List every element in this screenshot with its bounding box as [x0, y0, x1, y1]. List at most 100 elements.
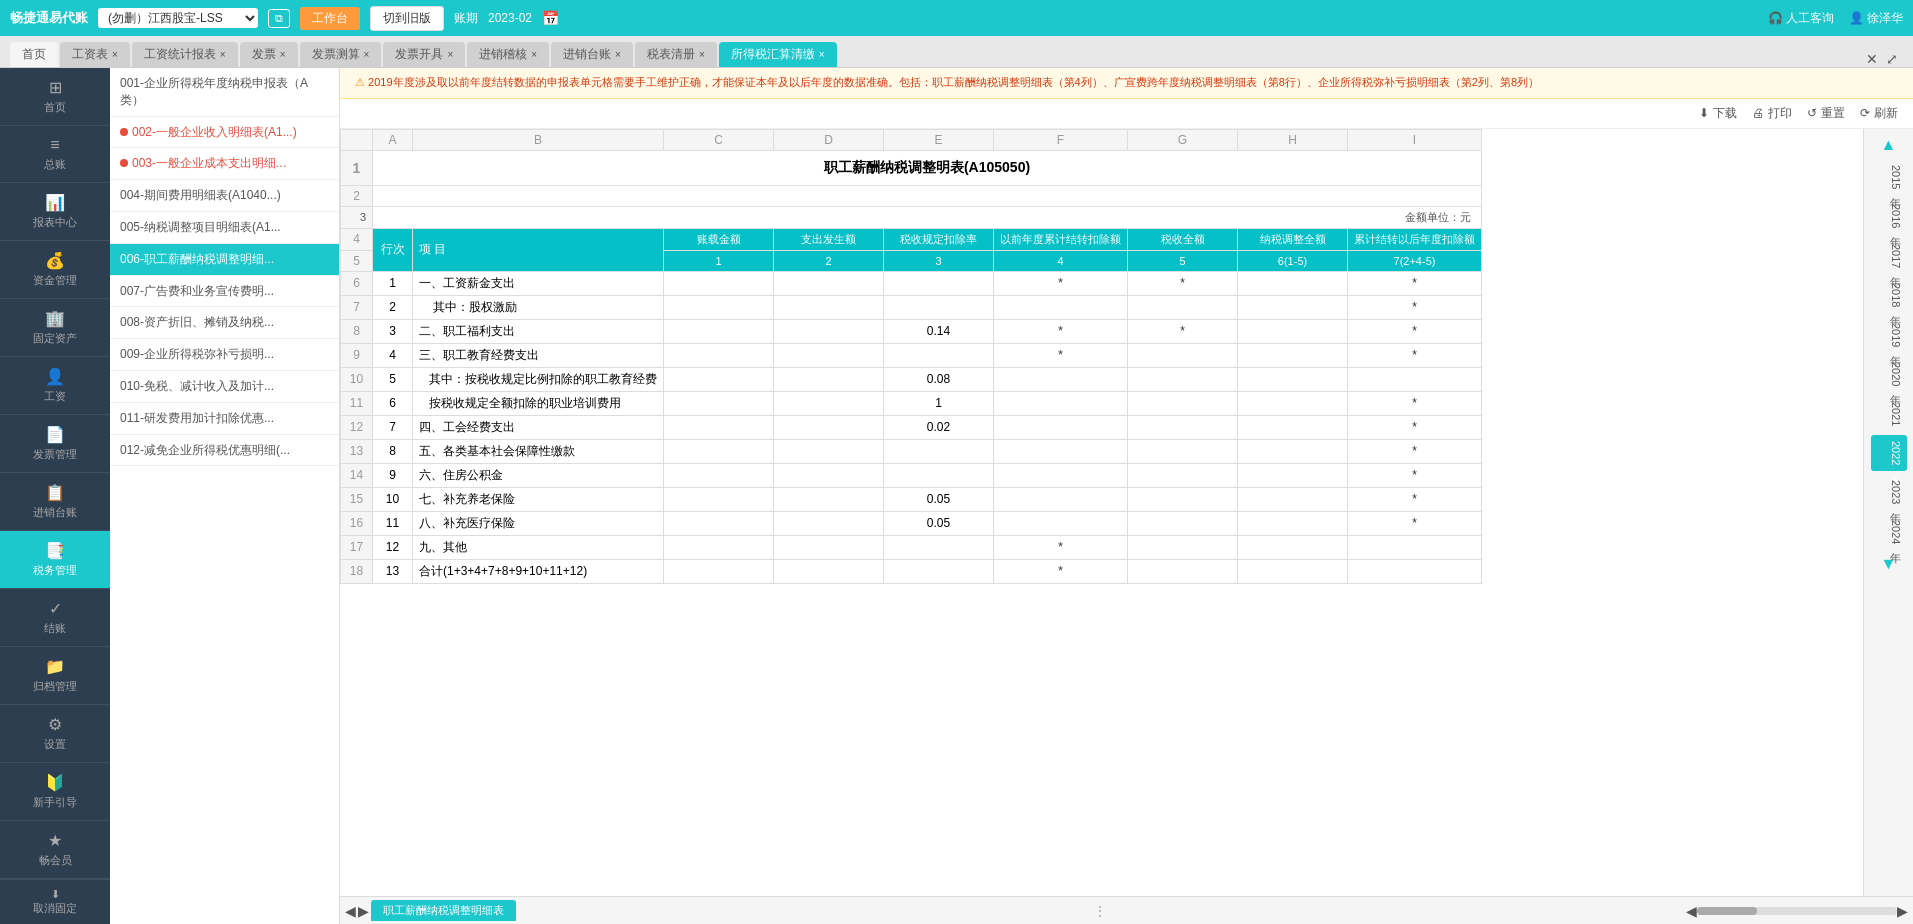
tab-close-sales-check[interactable]: ×	[531, 49, 537, 60]
sheet-scroll-bar[interactable]: ◀ ▶	[1686, 903, 1908, 919]
scroll-right-icon[interactable]: ▶	[1897, 903, 1908, 919]
tax-list-item-004[interactable]: 004-期间费用明细表(A1040...)	[110, 180, 339, 212]
tab-close-payroll[interactable]: ×	[112, 49, 118, 60]
tab-close-tax-list[interactable]: ×	[699, 49, 705, 60]
customer-service-btn[interactable]: 🎧 人工客询	[1768, 10, 1834, 27]
archive-icon: 📁	[45, 657, 65, 676]
subheader-c: 1	[664, 250, 774, 271]
year-2016[interactable]: 2016年	[1871, 198, 1907, 234]
top-bar: 畅捷通易代账 (勿删）江西股宝-LSS ⧉ 工作台 切到旧版 账期 2023-0…	[0, 0, 1913, 36]
year-2019[interactable]: 2019年	[1871, 317, 1907, 353]
tab-invoice-calc[interactable]: 发票测算 ×	[300, 42, 382, 67]
sidebar-item-funds[interactable]: 💰 资金管理	[0, 241, 110, 299]
col-b-header: B	[413, 129, 664, 150]
copy-icon[interactable]: ⧉	[268, 9, 290, 28]
tab-payroll[interactable]: 工资表 ×	[60, 42, 130, 67]
tab-close-payroll-stat[interactable]: ×	[220, 49, 226, 60]
year-scroll-up[interactable]: ▲	[1864, 134, 1913, 156]
tab-close-income-tax[interactable]: ×	[819, 49, 825, 60]
scroll-left-icon[interactable]: ◀	[1686, 903, 1697, 919]
tax-list-item-009[interactable]: 009-企业所得税弥补亏损明...	[110, 339, 339, 371]
col-a-header: A	[373, 129, 413, 150]
reports-icon: 📊	[45, 193, 65, 212]
workspace-button[interactable]: 工作台	[300, 7, 360, 30]
year-2022[interactable]: 2022年	[1871, 435, 1907, 471]
sidebar-item-member[interactable]: ★ 畅会员	[0, 821, 110, 879]
refresh-button[interactable]: ⟳ 刷新	[1860, 105, 1898, 122]
tab-income-tax[interactable]: 所得税汇算清缴 ×	[719, 42, 837, 67]
tax-list-item-002[interactable]: 002-一般企业收入明细表(A1...)	[110, 117, 339, 149]
sidebar-item-assets[interactable]: 🏢 固定资产	[0, 299, 110, 357]
tab-close-sales-ledger[interactable]: ×	[615, 49, 621, 60]
sidebar-item-home[interactable]: ⊞ 首页	[0, 68, 110, 126]
year-2017[interactable]: 2017年	[1871, 238, 1907, 274]
year-2024[interactable]: 2024年	[1871, 514, 1907, 550]
sidebar-item-invoice[interactable]: 📄 发票管理	[0, 415, 110, 473]
sidebar-item-tax[interactable]: 📑 税务管理	[0, 531, 110, 589]
sheet-nav-left[interactable]: ◀	[345, 903, 356, 919]
tab-sales-ledger[interactable]: 进销台账 ×	[551, 42, 633, 67]
download-button[interactable]: ⬇ 下载	[1699, 105, 1737, 122]
table-row: 10 5 其中：按税收规定比例扣除的职工教育经费 0.08	[341, 367, 1482, 391]
switch-version-button[interactable]: 切到旧版	[370, 6, 444, 31]
calendar-icon[interactable]: 📅	[542, 10, 559, 26]
sheet-title: 职工薪酬纳税调整明表(A105050)	[373, 150, 1482, 185]
print-button[interactable]: 🖨 打印	[1752, 105, 1792, 122]
horizontal-scrollbar[interactable]	[1697, 907, 1897, 915]
spreadsheet-area[interactable]: A B C D E F G H I	[340, 129, 1863, 896]
tab-invoice[interactable]: 发票 ×	[240, 42, 298, 67]
tab-close-invoice-calc[interactable]: ×	[364, 49, 370, 60]
sheet-tab-options[interactable]: ⋮	[1094, 904, 1108, 918]
tax-list-item-006[interactable]: 006-职工薪酬纳税调整明细...	[110, 244, 339, 276]
sidebar: ⊞ 首页 ≡ 总账 📊 报表中心 💰 资金管理 🏢 固定资产 👤 工资 📄 发票…	[0, 68, 110, 924]
year-2020[interactable]: 2020年	[1871, 356, 1907, 392]
tab-tax-list[interactable]: 税表清册 ×	[635, 42, 717, 67]
window-close-icon[interactable]: ✕	[1866, 51, 1878, 67]
window-expand-icon[interactable]: ⤢	[1886, 51, 1898, 67]
ledger-icon: ≡	[50, 136, 59, 154]
tax-list-item-008[interactable]: 008-资产折旧、摊销及纳税...	[110, 307, 339, 339]
guide-icon: 🔰	[45, 773, 65, 792]
sidebar-item-payroll[interactable]: 👤 工资	[0, 357, 110, 415]
year-2021[interactable]: 2021年	[1871, 396, 1907, 432]
tax-list-item-001[interactable]: 001-企业所得税年度纳税申报表（A类）	[110, 68, 339, 117]
sheet-nav-right[interactable]: ▶	[358, 903, 369, 919]
sidebar-item-purchases[interactable]: 📋 进销台账	[0, 473, 110, 531]
table-row: 17 12 九、其他 *	[341, 535, 1482, 559]
tab-invoice-issue[interactable]: 发票开具 ×	[383, 42, 465, 67]
year-2015[interactable]: 2015年	[1871, 159, 1907, 195]
funds-icon: 💰	[45, 251, 65, 270]
tab-close-invoice-issue[interactable]: ×	[447, 49, 453, 60]
subheader-i: 7(2+4-5)	[1348, 250, 1482, 271]
tab-close-invoice[interactable]: ×	[280, 49, 286, 60]
sheet-tab-active[interactable]: 职工薪酬纳税调整明细表	[371, 900, 516, 921]
col-num-header	[341, 129, 373, 150]
tax-list-item-012[interactable]: 012-减免企业所得税优惠明细(...	[110, 435, 339, 467]
year-scroll-down[interactable]: ▼	[1864, 553, 1913, 575]
sidebar-item-settings[interactable]: ⚙ 设置	[0, 705, 110, 763]
tax-list-item-007[interactable]: 007-广告费和业务宣传费明...	[110, 276, 339, 308]
tax-list-item-011[interactable]: 011-研发费用加计扣除优惠...	[110, 403, 339, 435]
scrollbar-thumb[interactable]	[1697, 907, 1757, 915]
company-select[interactable]: (勿删）江西股宝-LSS	[98, 8, 258, 28]
tab-home[interactable]: 首页	[10, 42, 58, 67]
year-2018[interactable]: 2018年	[1871, 277, 1907, 313]
col-c-header: C	[664, 129, 774, 150]
tab-payroll-stat[interactable]: 工资统计报表 ×	[132, 42, 238, 67]
sidebar-item-guide[interactable]: 🔰 新手引导	[0, 763, 110, 821]
header-h: 纳税调整全额	[1238, 228, 1348, 250]
tab-sales-check[interactable]: 进销稽核 ×	[467, 42, 549, 67]
year-2023[interactable]: 2023年	[1871, 474, 1907, 510]
table-row: 15 10 七、补充养老保险 0.05 *	[341, 487, 1482, 511]
unpin-button[interactable]: ⬇ 取消固定	[0, 879, 110, 924]
tax-list-item-010[interactable]: 010-免税、减计收入及加计...	[110, 371, 339, 403]
sidebar-item-ledger[interactable]: ≡ 总账	[0, 126, 110, 183]
tax-list-item-005[interactable]: 005-纳税调整项目明细表(A1...	[110, 212, 339, 244]
sidebar-item-close[interactable]: ✓ 结账	[0, 589, 110, 647]
table-row: 1 职工薪酬纳税调整明表(A105050)	[341, 150, 1482, 185]
tax-list-item-003[interactable]: 003-一般企业成本支出明细...	[110, 148, 339, 180]
sidebar-item-reports[interactable]: 📊 报表中心	[0, 183, 110, 241]
sidebar-item-archive[interactable]: 📁 归档管理	[0, 647, 110, 705]
user-profile-btn[interactable]: 👤 徐泽华	[1849, 10, 1903, 27]
reset-button[interactable]: ↺ 重置	[1807, 105, 1845, 122]
